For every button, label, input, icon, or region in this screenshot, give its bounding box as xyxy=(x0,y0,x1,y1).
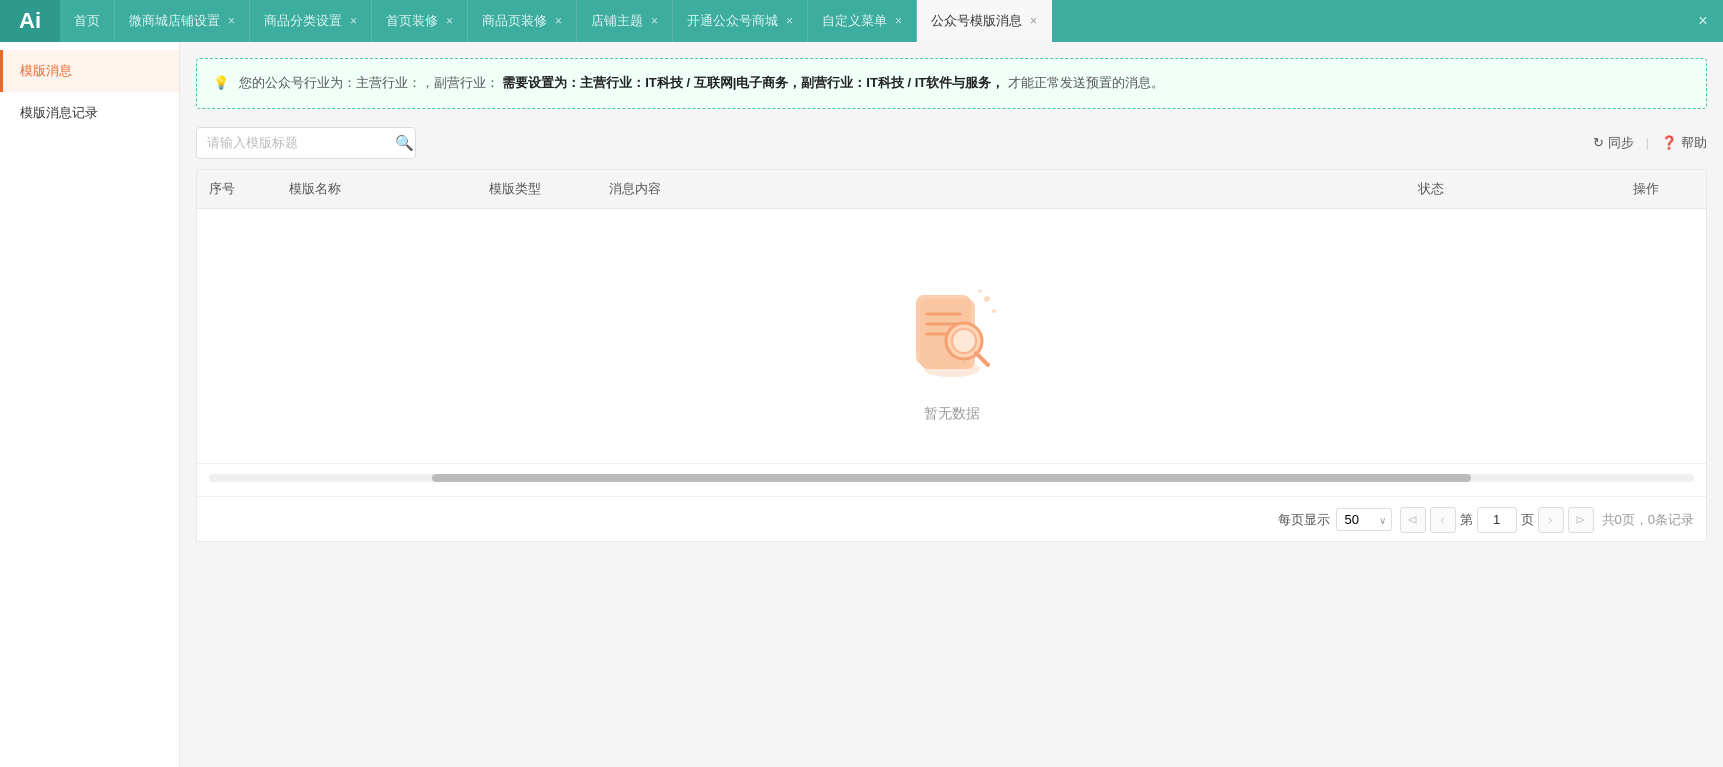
svg-point-7 xyxy=(952,329,976,353)
col-seq: 序号 xyxy=(197,170,277,208)
nav-tab[interactable]: 自定义菜单× xyxy=(808,0,917,42)
scrollbar-area xyxy=(197,463,1706,496)
per-page-label: 每页显示 xyxy=(1278,511,1330,529)
close-all-tabs-button[interactable]: × xyxy=(1683,0,1723,42)
nav-tabs-container: 首页微商城店铺设置×商品分类设置×首页装修×商品页装修×店铺主题×开通公众号商城… xyxy=(60,0,1683,42)
nav-tab[interactable]: 店铺主题× xyxy=(577,0,673,42)
page-label-prefix: 第 xyxy=(1460,511,1473,529)
col-type: 模版类型 xyxy=(477,170,597,208)
tab-close-icon[interactable]: × xyxy=(786,14,793,28)
svg-point-9 xyxy=(984,296,990,302)
sync-icon: ↻ xyxy=(1593,135,1604,150)
tab-close-icon[interactable]: × xyxy=(446,14,453,28)
nav-tab[interactable]: 首页装修× xyxy=(372,0,468,42)
search-input[interactable] xyxy=(197,129,385,156)
col-action: 操作 xyxy=(1586,170,1706,208)
tab-close-icon[interactable]: × xyxy=(228,14,235,28)
page-label-suffix: 页 xyxy=(1521,511,1534,529)
tab-close-icon[interactable]: × xyxy=(895,14,902,28)
page-number-input[interactable] xyxy=(1477,507,1517,533)
notice-suffix: 才能正常发送预置的消息。 xyxy=(1008,75,1164,90)
svg-line-8 xyxy=(976,353,988,365)
tab-close-icon[interactable]: × xyxy=(555,14,562,28)
sidebar-item[interactable]: 模版消息 xyxy=(0,50,179,92)
sidebar-item[interactable]: 模版消息记录 xyxy=(0,92,179,134)
data-table: 序号 模版名称 模版类型 消息内容 状态 操作 xyxy=(196,169,1707,542)
svg-point-10 xyxy=(992,309,996,313)
prev-page-button[interactable]: ‹ xyxy=(1430,507,1456,533)
notice-box: 💡 您的公众号行业为：主营行业：，副营行业： 需要设置为：主营行业：IT科技 /… xyxy=(196,58,1707,109)
first-page-button[interactable]: ⊲ xyxy=(1400,507,1426,533)
page-size-selector: 每页显示 50 20 100 xyxy=(1278,508,1392,531)
notice-highlight: 需要设置为：主营行业：IT科技 / 互联网|电子商务，副营行业：IT科技 / I… xyxy=(502,75,1004,90)
app-logo: Ai xyxy=(0,0,60,42)
tab-close-icon[interactable]: × xyxy=(350,14,357,28)
sync-button[interactable]: ↻ 同步 xyxy=(1593,134,1634,152)
help-button[interactable]: ❓ 帮助 xyxy=(1661,134,1707,152)
sidebar: 模版消息模版消息记录 xyxy=(0,42,180,767)
search-button[interactable]: 🔍 xyxy=(385,128,416,158)
bulb-icon: 💡 xyxy=(213,75,229,90)
search-box: 🔍 xyxy=(196,127,416,159)
per-page-select-wrapper: 50 20 100 xyxy=(1336,508,1392,531)
help-label: 帮助 xyxy=(1681,134,1707,152)
toolbar: 🔍 ↻ 同步 | ❓ 帮助 xyxy=(196,127,1707,159)
divider: | xyxy=(1646,135,1649,150)
next-page-button[interactable]: › xyxy=(1538,507,1564,533)
toolbar-right: ↻ 同步 | ❓ 帮助 xyxy=(1593,134,1707,152)
main-layout: 模版消息模版消息记录 💡 您的公众号行业为：主营行业：，副营行业： 需要设置为：… xyxy=(0,42,1723,767)
empty-state: 暂无数据 xyxy=(197,209,1706,463)
empty-text: 暂无数据 xyxy=(924,405,980,423)
nav-tab[interactable]: 公众号模版消息× xyxy=(917,0,1052,42)
pagination: 每页显示 50 20 100 ⊲ ‹ 第 页 › xyxy=(197,496,1706,541)
nav-tab[interactable]: 商品页装修× xyxy=(468,0,577,42)
content-area: 💡 您的公众号行业为：主营行业：，副营行业： 需要设置为：主营行业：IT科技 /… xyxy=(180,42,1723,767)
last-page-button[interactable]: ⊳ xyxy=(1568,507,1594,533)
nav-tab[interactable]: 开通公众号商城× xyxy=(673,0,808,42)
col-content: 消息内容 xyxy=(597,170,1406,208)
nav-tab[interactable]: 首页 xyxy=(60,0,115,42)
notice-prefix: 您的公众号行业为：主营行业：，副营行业： xyxy=(239,75,499,90)
page-navigation: ⊲ ‹ 第 页 › ⊳ xyxy=(1400,507,1594,533)
col-name: 模版名称 xyxy=(277,170,477,208)
nav-tab[interactable]: 微商城店铺设置× xyxy=(115,0,250,42)
tab-close-icon[interactable]: × xyxy=(651,14,658,28)
col-status: 状态 xyxy=(1406,170,1586,208)
horizontal-scrollbar[interactable] xyxy=(209,474,1694,482)
svg-point-11 xyxy=(978,289,982,293)
empty-icon xyxy=(892,269,1012,389)
tab-close-icon[interactable]: × xyxy=(1030,14,1037,28)
top-navigation: Ai 首页微商城店铺设置×商品分类设置×首页装修×商品页装修×店铺主题×开通公众… xyxy=(0,0,1723,42)
nav-tab[interactable]: 商品分类设置× xyxy=(250,0,372,42)
table-header: 序号 模版名称 模版类型 消息内容 状态 操作 xyxy=(197,170,1706,209)
page-summary: 共0页，0条记录 xyxy=(1602,511,1694,529)
scrollbar-thumb[interactable] xyxy=(432,474,1472,482)
sync-label: 同步 xyxy=(1608,134,1634,152)
per-page-select[interactable]: 50 20 100 xyxy=(1336,508,1392,531)
help-icon: ❓ xyxy=(1661,135,1677,150)
